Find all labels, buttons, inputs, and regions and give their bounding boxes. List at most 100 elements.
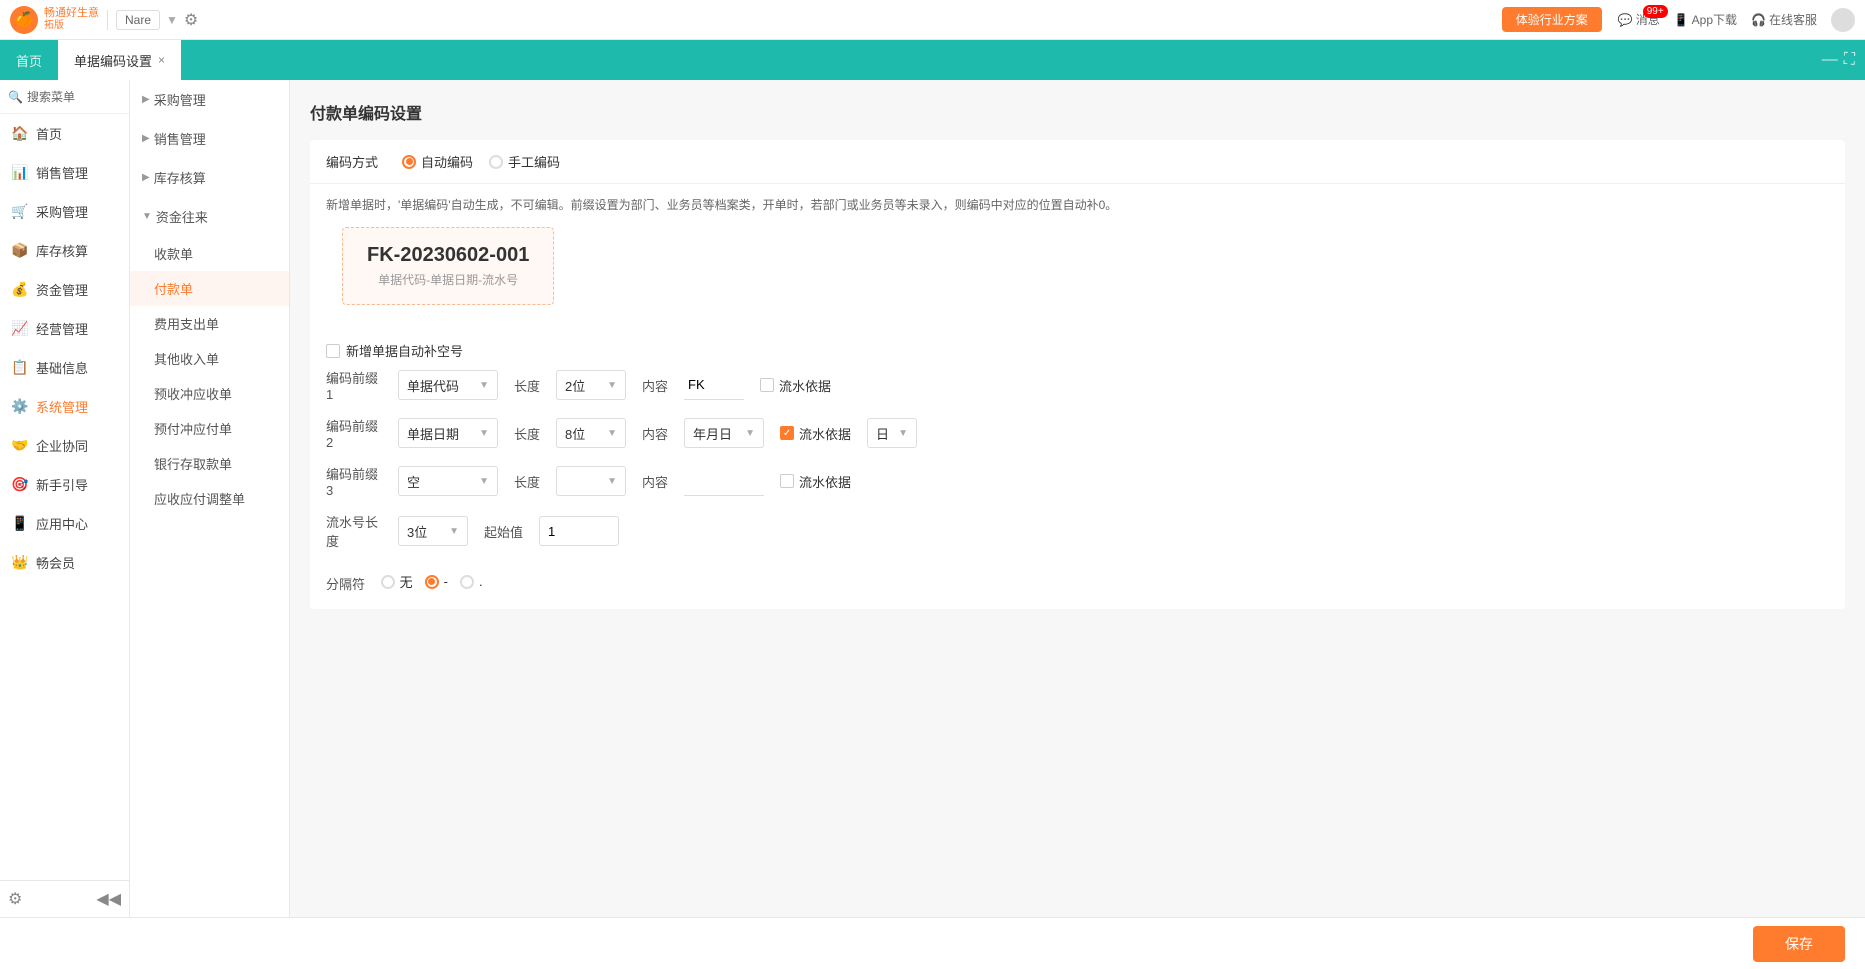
save-button[interactable]: 保存: [1753, 926, 1845, 962]
prefix1-select[interactable]: 单据代码 ▼: [398, 370, 498, 400]
sidebar-item-apps[interactable]: 📱 应用中心: [0, 504, 129, 543]
auto-fill-checkbox[interactable]: [326, 344, 340, 358]
content3-input[interactable]: [684, 466, 764, 496]
sidebar-item-member[interactable]: 👑 畅会员: [0, 543, 129, 582]
guide-icon: 🎯: [12, 477, 28, 493]
sep-dot[interactable]: .: [460, 574, 483, 589]
auto-fill-row: 新增单据自动补空号: [310, 333, 1845, 368]
sub-menu-item-payment[interactable]: 付款单: [130, 271, 289, 306]
arrow-down-icon: ▼: [142, 211, 152, 222]
sub-sidebar: ▶ 采购管理 ▶ 销售管理 ▶ 库存核算 ▼ 资金往来: [130, 80, 290, 917]
sidebar-item-basic[interactable]: 📋 基础信息: [0, 348, 129, 387]
serial-basis1-checkbox[interactable]: [760, 378, 774, 392]
separator-section: 分隔符 无 -: [310, 572, 1845, 609]
chevron-down-icon[interactable]: ▼: [166, 13, 178, 27]
message-icon: 💬: [1618, 13, 1633, 27]
length2-select[interactable]: 8位 ▼: [556, 418, 626, 448]
top-bar-left: 🍊 畅通好生意 拓版 Nare ▼ ⚙: [10, 6, 198, 34]
bottom-bar: 保存: [0, 917, 1865, 969]
sub-menu-item-receipt[interactable]: 收款单: [130, 236, 289, 271]
prefix1-select-arrow: ▼: [479, 380, 489, 391]
sub-menu-items-capital: 收款单 付款单 费用支出单 其他收入单 预收冲应收单 预付冲: [130, 236, 289, 516]
operations-icon: 📈: [12, 321, 28, 337]
tab-minimize-icon[interactable]: —: [1822, 51, 1838, 69]
sidebar-item-system[interactable]: ⚙️ 系统管理: [0, 387, 129, 426]
sidebar-footer: ⚙ ◀◀: [0, 880, 129, 917]
main-content: 付款单编码设置 编码方式 自动编码 手工编码: [290, 80, 1865, 917]
company-name[interactable]: Nare: [116, 10, 160, 30]
sub-menu-item-other-income[interactable]: 其他收入单: [130, 341, 289, 376]
tab-close-icon[interactable]: ×: [158, 53, 165, 67]
sub-menu-item-expense[interactable]: 费用支出单: [130, 306, 289, 341]
sidebar-search[interactable]: 🔍 搜索菜单: [0, 80, 129, 114]
prefix3-row: 编码前缀3 空 ▼ 长度 ▼ 内容: [326, 464, 1829, 498]
extra-select2[interactable]: 日 ▼: [867, 418, 917, 448]
sidebar-item-guide[interactable]: 🎯 新手引导: [0, 465, 129, 504]
length1-arrow: ▼: [607, 380, 617, 391]
sub-menu-item-payable-adjust[interactable]: 应收应付调整单: [130, 481, 289, 516]
sidebar-item-sales[interactable]: 📊 销售管理: [0, 153, 129, 192]
sidebar-item-purchase[interactable]: 🛒 采购管理: [0, 192, 129, 231]
sub-menu-item-bank-deposit[interactable]: 银行存取款单: [130, 446, 289, 481]
sep-dash[interactable]: -: [425, 574, 448, 589]
sidebar-item-operations[interactable]: 📈 经营管理: [0, 309, 129, 348]
auto-fill-label: 新增单据自动补空号: [346, 341, 463, 360]
sidebar-item-enterprise[interactable]: 🤝 企业协同: [0, 426, 129, 465]
sidebar-item-finance[interactable]: 💰 资金管理: [0, 270, 129, 309]
message-badge: 99+: [1643, 5, 1668, 18]
length3-select[interactable]: ▼: [556, 466, 626, 496]
finance-icon: 💰: [12, 282, 28, 298]
enterprise-icon: 🤝: [12, 438, 28, 454]
trial-btn[interactable]: 体验行业方案: [1502, 7, 1602, 32]
encoding-section: 编码方式 自动编码 手工编码: [310, 140, 1845, 609]
top-bar-right: 体验行业方案 💬 消息 99+ 📱 App下载 🎧 在线客服: [1502, 7, 1855, 32]
serial-basis1-checkbox-label[interactable]: 流水依据: [760, 376, 831, 395]
serial-length-select[interactable]: 3位 ▼: [398, 516, 468, 546]
sub-menu-item-prepay-receive[interactable]: 预收冲应收单: [130, 376, 289, 411]
settings-footer-icon[interactable]: ⚙: [8, 889, 22, 909]
sub-menu-header-sales[interactable]: ▶ 销售管理: [130, 119, 289, 158]
sub-menu-header-capital[interactable]: ▼ 资金往来: [130, 197, 289, 236]
content1-input[interactable]: [684, 370, 744, 400]
collapse-icon[interactable]: ◀◀: [96, 889, 121, 909]
prefix3-select[interactable]: 空 ▼: [398, 466, 498, 496]
sub-menu-purchase: ▶ 采购管理: [130, 80, 289, 119]
sidebar-item-home[interactable]: 🏠 首页: [0, 114, 129, 153]
serial-basis3-checkbox-label[interactable]: 流水依据: [780, 472, 851, 491]
top-bar-divider: [107, 10, 108, 30]
radio-auto[interactable]: 自动编码: [402, 152, 473, 171]
serial-basis2-checkbox-label[interactable]: ✓ 流水依据: [780, 424, 851, 443]
radio-manual[interactable]: 手工编码: [489, 152, 560, 171]
settings-icon[interactable]: ⚙: [184, 10, 198, 30]
sub-menu-inventory: ▶ 库存核算: [130, 158, 289, 197]
prefix2-select[interactable]: 单据日期 ▼: [398, 418, 498, 448]
content2-select[interactable]: 年月日 ▼: [684, 418, 764, 448]
length1-select[interactable]: 2位 ▼: [556, 370, 626, 400]
tab-encoding[interactable]: 单据编码设置 ×: [58, 40, 181, 80]
user-avatar[interactable]: [1831, 8, 1855, 32]
content2-label: 内容: [642, 424, 668, 443]
sub-menu-header-inventory[interactable]: ▶ 库存核算: [130, 158, 289, 197]
serial-basis3-checkbox[interactable]: [780, 474, 794, 488]
sep-none[interactable]: 无: [381, 572, 413, 591]
tab-maximize-icon[interactable]: ⛶: [1844, 51, 1855, 69]
message-item[interactable]: 💬 消息 99+: [1618, 11, 1660, 28]
content2-arrow: ▼: [745, 428, 755, 439]
preview-box: FK-20230602-001 单据代码-单据日期-流水号: [342, 227, 554, 305]
prefix2-select-arrow: ▼: [479, 428, 489, 439]
notice-text: 新增单据时，'单据编码'自动生成，不可编辑。前缀设置为部门、业务员等档案类，开单…: [310, 184, 1845, 227]
separator-label: 分隔符: [326, 577, 365, 592]
online-service-item[interactable]: 🎧 在线客服: [1751, 11, 1817, 28]
sidebar-item-inventory[interactable]: 📦 库存核算: [0, 231, 129, 270]
prefix1-row: 编码前缀1 单据代码 ▼ 长度 2位 ▼ 内容: [326, 368, 1829, 402]
sub-menu-item-prepay-pay[interactable]: 预付冲应付单: [130, 411, 289, 446]
sub-menu-header-purchase[interactable]: ▶ 采购管理: [130, 80, 289, 119]
preview-container: FK-20230602-001 单据代码-单据日期-流水号: [310, 227, 1845, 333]
app-download-item[interactable]: 📱 App下载: [1674, 11, 1737, 28]
serial-basis2-checkbox[interactable]: ✓: [780, 426, 794, 440]
serial-start-input[interactable]: [539, 516, 619, 546]
tab-home[interactable]: 首页: [0, 40, 58, 80]
top-bar-nav: Nare ▼ ⚙: [116, 10, 198, 30]
inventory-icon: 📦: [12, 243, 28, 259]
sales-icon: 📊: [12, 165, 28, 181]
